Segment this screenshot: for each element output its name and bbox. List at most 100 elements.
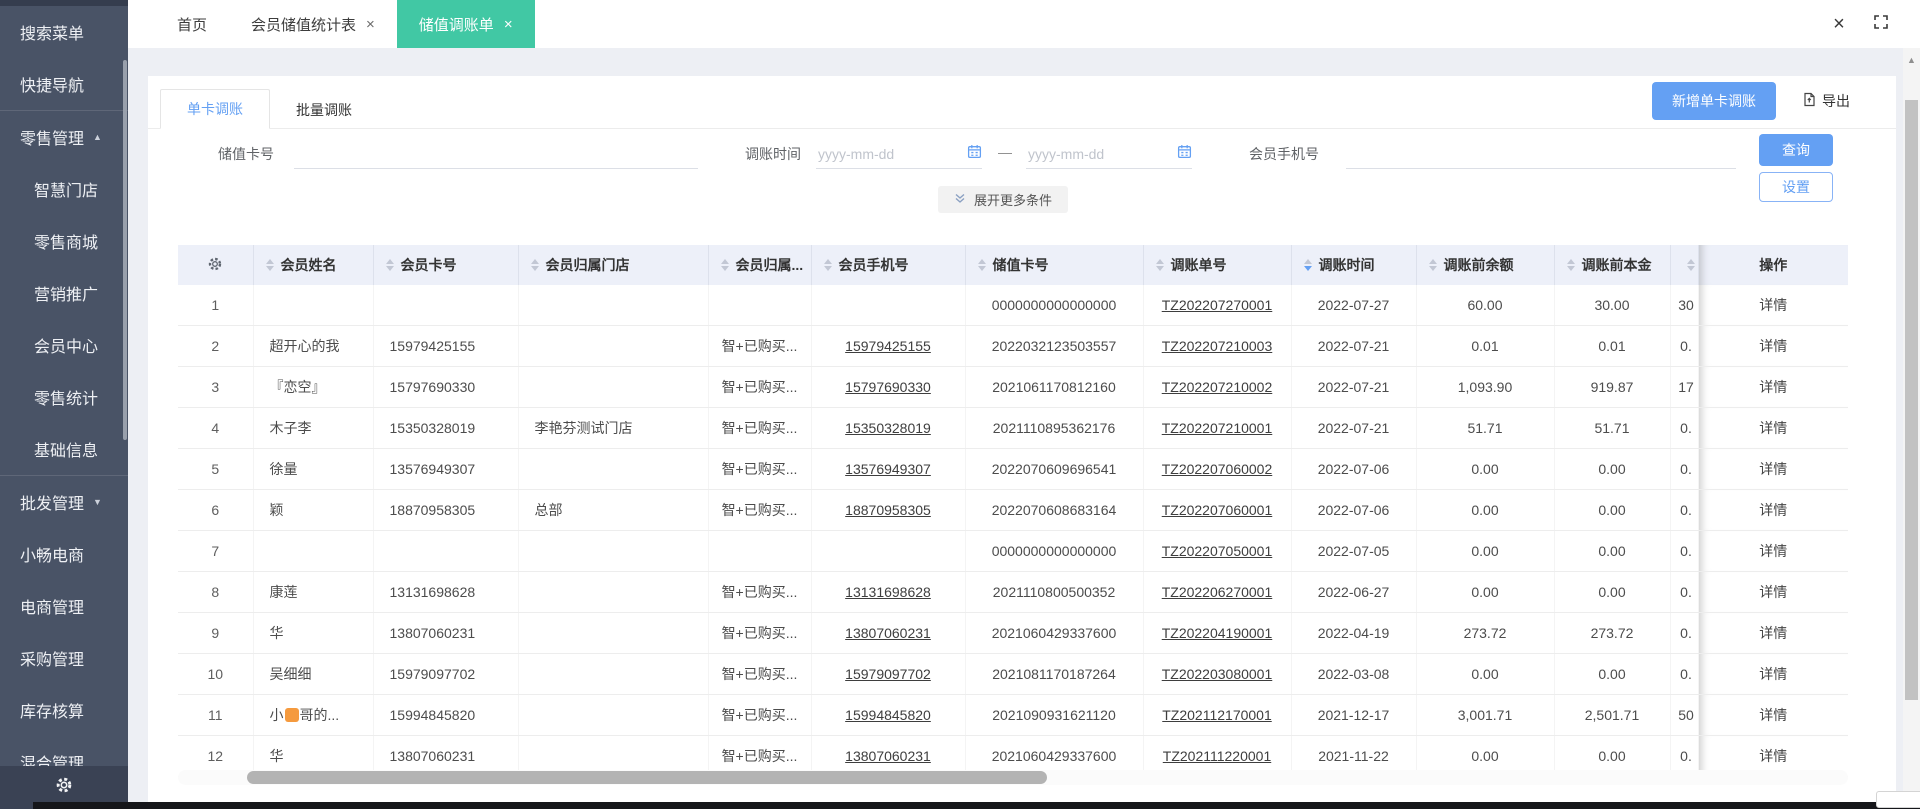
sidebar-item-基础信息[interactable]: 基础信息 [0,423,128,475]
column-header[interactable]: 会员手机号 [811,245,966,285]
sort-icon[interactable] [530,259,539,271]
phone-link[interactable]: 18870958305 [845,502,931,518]
phone-link[interactable]: 15350328019 [845,420,931,436]
sort-icon[interactable] [385,259,394,271]
column-header[interactable]: 调账前余额 [1416,245,1555,285]
order-no-link[interactable]: TZ202207270001 [1162,297,1273,313]
phone-link[interactable]: 15994845820 [845,707,931,723]
detail-link[interactable]: 详情 [1759,338,1787,354]
phone-link[interactable]: 13131698628 [845,584,931,600]
sort-icon[interactable] [1155,259,1164,271]
column-header[interactable]: 调账时间 [1291,245,1417,285]
order-no-link[interactable]: TZ202207060001 [1162,502,1273,518]
add-adjustment-button[interactable]: 新增单卡调账 [1652,82,1776,120]
sidebar-item-营销推广[interactable]: 营销推广 [0,267,128,319]
fullscreen-button[interactable] [1864,7,1898,41]
sort-icon[interactable] [1428,259,1437,271]
detail-link[interactable]: 详情 [1759,748,1787,764]
sidebar-item-智慧门店[interactable]: 智慧门店 [0,163,128,215]
sort-icon[interactable] [720,259,729,271]
column-header-label: 调账前余额 [1443,257,1514,273]
detail-link[interactable]: 详情 [1759,625,1787,641]
phone-link[interactable]: 15797690330 [845,379,931,395]
order-no-link[interactable]: TZ202207210001 [1162,420,1273,436]
topbar-tab[interactable]: 首页 [155,0,229,48]
detail-link[interactable]: 详情 [1759,502,1787,518]
order-no-link[interactable]: TZ202207060002 [1162,461,1273,477]
expand-more-button[interactable]: 展开更多条件 [938,186,1069,213]
detail-link[interactable]: 详情 [1759,543,1787,559]
sort-icon[interactable] [1566,259,1575,271]
detail-link[interactable]: 详情 [1759,707,1787,723]
sidebar-item-会员中心[interactable]: 会员中心 [0,319,128,371]
date-start-input[interactable] [816,140,963,168]
subtab[interactable]: 单卡调账 [160,89,270,129]
order-no-link[interactable]: TZ202207050001 [1162,543,1273,559]
order-no-link[interactable]: TZ202207210003 [1162,338,1273,354]
order-no-link[interactable]: TZ202111220001 [1163,748,1271,764]
card-no-input[interactable] [294,140,702,168]
phone-link[interactable]: 13576949307 [845,461,931,477]
date-end-input[interactable] [1026,140,1173,168]
column-header[interactable] [1670,245,1699,285]
page-scrollbar-thumb[interactable] [1905,100,1918,700]
tab-close-icon[interactable]: × [504,17,513,32]
order-no-link[interactable]: TZ202112170001 [1162,707,1272,723]
sort-icon[interactable] [265,259,274,271]
phone-link[interactable]: 13807060231 [845,625,931,641]
order-no-link[interactable]: TZ202207210002 [1162,379,1273,395]
sidebar-item-搜索菜单[interactable]: 搜索菜单 [0,6,128,58]
sidebar-item-库存核算[interactable]: 库存核算 [0,684,128,736]
tab-close-icon[interactable]: × [366,17,375,32]
sidebar-item-零售统计[interactable]: 零售统计 [0,371,128,423]
phone-link[interactable]: 15979097702 [845,666,931,682]
order-no-link[interactable]: TZ202203080001 [1162,666,1273,682]
detail-link[interactable]: 详情 [1759,461,1787,477]
calendar-icon[interactable] [967,144,982,164]
sidebar-item-批发管理[interactable]: 批发管理 ▼ [0,475,128,528]
gear-icon[interactable] [207,256,223,275]
table-cell [708,530,812,572]
phone-link[interactable]: 13807060231 [845,748,931,764]
column-header[interactable]: 调账前本金 [1554,245,1671,285]
sidebar-item-电商管理[interactable]: 电商管理 [0,580,128,632]
scroll-up-icon[interactable]: ▲ [1903,52,1920,68]
order-no-link[interactable]: TZ202206270001 [1162,584,1273,600]
detail-link[interactable]: 详情 [1759,420,1787,436]
close-button[interactable]: × [1822,7,1856,41]
sidebar-item-零售管理[interactable]: 零售管理 ▲ [0,110,128,163]
column-header[interactable]: 会员归属... [708,245,812,285]
detail-link[interactable]: 详情 [1759,297,1787,313]
order-no-link[interactable]: TZ202204190001 [1162,625,1273,641]
phone-link[interactable]: 15979425155 [845,338,931,354]
sidebar-item-快捷导航[interactable]: 快捷导航 [0,58,128,110]
topbar-tab[interactable]: 会员储值统计表 × [229,0,397,48]
column-header[interactable]: 储值卡号 [965,245,1144,285]
phone-input[interactable] [1346,140,1740,168]
sort-icon[interactable] [1686,259,1695,271]
horizontal-scrollbar-thumb[interactable] [247,771,1047,784]
detail-link[interactable]: 详情 [1759,379,1787,395]
subtab[interactable]: 批量调账 [270,91,378,129]
calendar-icon[interactable] [1177,144,1192,164]
sidebar-item-小畅电商[interactable]: 小畅电商 [0,528,128,580]
sort-icon[interactable] [1303,259,1312,271]
settings-gear-icon[interactable] [55,776,73,799]
pagination-stub[interactable] [1876,791,1920,808]
column-settings-header[interactable] [178,245,254,285]
column-header[interactable]: 会员归属门店 [518,245,709,285]
column-header[interactable]: 会员姓名 [253,245,374,285]
settings-button[interactable]: 设置 [1759,172,1833,202]
detail-link[interactable]: 详情 [1759,584,1787,600]
sidebar-item-采购管理[interactable]: 采购管理 [0,632,128,684]
topbar-tab[interactable]: 储值调账单 × [396,0,535,48]
sort-icon[interactable] [823,259,832,271]
sidebar-item-零售商城[interactable]: 零售商城 [0,215,128,267]
column-header[interactable]: 调账单号 [1143,245,1292,285]
column-header[interactable]: 会员卡号 [373,245,519,285]
search-button[interactable]: 查询 [1759,134,1833,166]
export-button[interactable]: 导出 [1802,91,1850,111]
sort-icon[interactable] [977,259,986,271]
sidebar-scrollbar[interactable] [123,60,127,440]
detail-link[interactable]: 详情 [1759,666,1787,682]
